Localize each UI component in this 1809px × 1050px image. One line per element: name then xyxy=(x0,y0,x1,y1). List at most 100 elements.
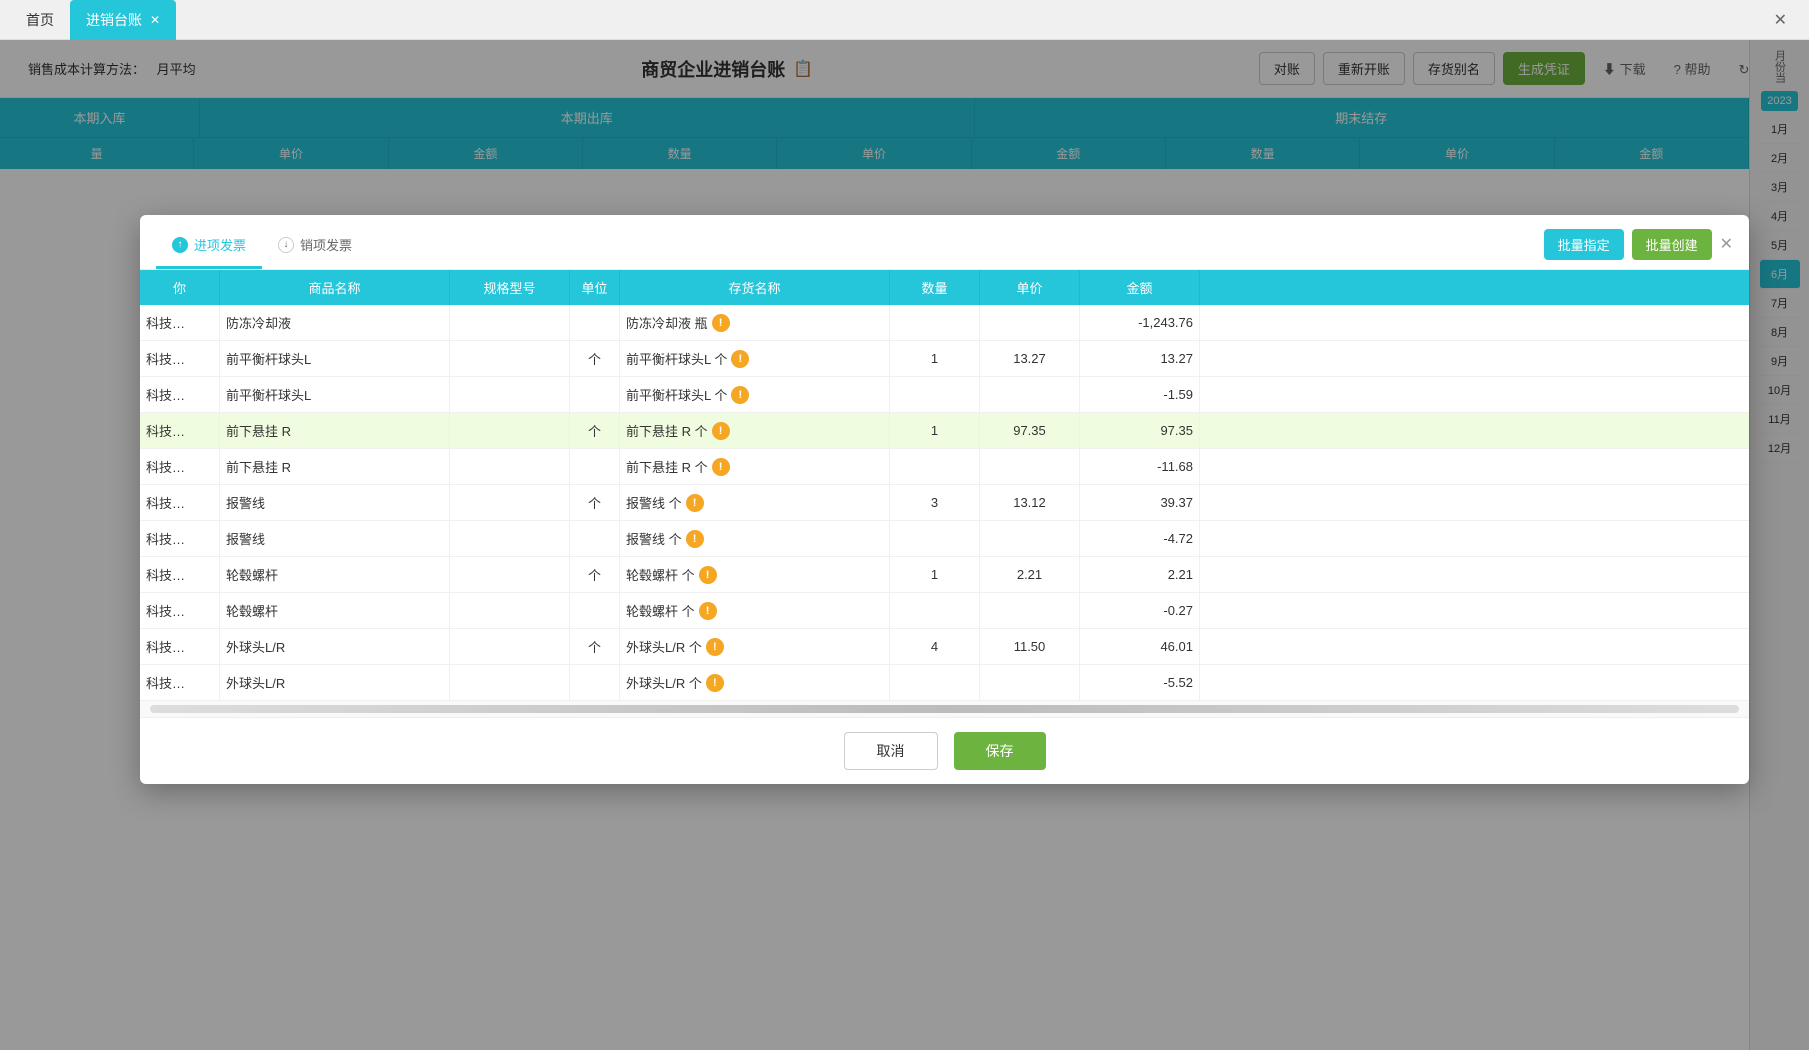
cell-unit-2: 个 xyxy=(570,341,620,376)
cell-stock-1: 防冻冷却液 瓶 ! xyxy=(620,305,890,340)
warning-icon: ! xyxy=(731,386,749,404)
cell-price-5 xyxy=(980,449,1080,484)
tab-close-icon[interactable]: ✕ xyxy=(150,13,160,27)
table-row: 科技… 报警线 个 报警线 个 ! 3 13.12 39.37 xyxy=(140,485,1749,521)
cell-company-3: 科技… xyxy=(140,377,220,412)
cell-unit-6: 个 xyxy=(570,485,620,520)
horizontal-scrollbar[interactable] xyxy=(150,705,1739,713)
invoice-dialog: ↑ 进项发票 ↓ 销项发票 批量指定 批量创建 ✕ 你 商品名称 规格型号 单位… xyxy=(140,215,1749,784)
warning-icon: ! xyxy=(712,458,730,476)
cell-unit-3 xyxy=(570,377,620,412)
cell-product-4: 前下悬挂 R xyxy=(220,413,450,448)
tab-ledger[interactable]: 进销台账 ✕ xyxy=(70,0,176,40)
cell-company-7: 科技… xyxy=(140,521,220,556)
cell-qty-8: 1 xyxy=(890,557,980,592)
cell-product-2: 前平衡杆球头L xyxy=(220,341,450,376)
tab-bar: 首页 进销台账 ✕ ✕ xyxy=(0,0,1809,40)
col-header-6: 数量 xyxy=(890,270,980,305)
cell-unit-7 xyxy=(570,521,620,556)
dialog-actions: 批量指定 批量创建 xyxy=(1544,229,1712,268)
cell-amount-9: -0.27 xyxy=(1080,593,1200,628)
cell-company-8: 科技… xyxy=(140,557,220,592)
table-row: 科技… 报警线 报警线 个 ! -4.72 xyxy=(140,521,1749,557)
main-content: 销售成本计算方法： 月平均 商贸企业进销台账 📋 对账 重新开账 存货别名 生成… xyxy=(0,40,1809,1050)
cell-qty-11 xyxy=(890,665,980,700)
cell-spec-7 xyxy=(450,521,570,556)
cell-price-6: 13.12 xyxy=(980,485,1080,520)
cell-price-9 xyxy=(980,593,1080,628)
cell-qty-7 xyxy=(890,521,980,556)
cell-amount-1: -1,243.76 xyxy=(1080,305,1200,340)
cell-stock-3: 前平衡杆球头L 个 ! xyxy=(620,377,890,412)
in-invoice-icon: ↑ xyxy=(172,237,188,253)
cell-unit-9 xyxy=(570,593,620,628)
table-row: 科技… 前平衡杆球头L 个 前平衡杆球头L 个 ! 1 13.27 13.27 xyxy=(140,341,1749,377)
cell-spec-3 xyxy=(450,377,570,412)
table-row: 科技… 外球头L/R 个 外球头L/R 个 ! 4 11.50 46.01 xyxy=(140,629,1749,665)
col-header-5: 存货名称 xyxy=(620,270,890,305)
table-row: 科技… 前平衡杆球头L 前平衡杆球头L 个 ! -1.59 xyxy=(140,377,1749,413)
cell-amount-8: 2.21 xyxy=(1080,557,1200,592)
table-row: 科技… 轮毂螺杆 个 轮毂螺杆 个 ! 1 2.21 2.21 xyxy=(140,557,1749,593)
batch-create-button[interactable]: 批量创建 xyxy=(1632,229,1712,260)
warning-icon: ! xyxy=(686,530,704,548)
cell-spec-1 xyxy=(450,305,570,340)
cell-price-8: 2.21 xyxy=(980,557,1080,592)
warning-icon: ! xyxy=(712,422,730,440)
dialog-footer: 取消 保存 xyxy=(140,717,1749,784)
cell-stock-10: 外球头L/R 个 ! xyxy=(620,629,890,664)
warning-icon: ! xyxy=(731,350,749,368)
cell-unit-8: 个 xyxy=(570,557,620,592)
cell-amount-7: -4.72 xyxy=(1080,521,1200,556)
cell-qty-9 xyxy=(890,593,980,628)
cell-company-11: 科技… xyxy=(140,665,220,700)
col-header-4: 单位 xyxy=(570,270,620,305)
cell-spec-8 xyxy=(450,557,570,592)
warning-icon: ! xyxy=(699,566,717,584)
cell-stock-6: 报警线 个 ! xyxy=(620,485,890,520)
cell-price-2: 13.27 xyxy=(980,341,1080,376)
cell-qty-10: 4 xyxy=(890,629,980,664)
cell-spec-11 xyxy=(450,665,570,700)
cell-company-6: 科技… xyxy=(140,485,220,520)
cell-price-11 xyxy=(980,665,1080,700)
dialog-table-header: 你 商品名称 规格型号 单位 存货名称 数量 单价 金额 xyxy=(140,270,1749,305)
warning-icon: ! xyxy=(699,602,717,620)
warning-icon: ! xyxy=(706,674,724,692)
cell-qty-2: 1 xyxy=(890,341,980,376)
tab-out-invoice[interactable]: ↓ 销项发票 xyxy=(262,227,368,269)
cell-spec-10 xyxy=(450,629,570,664)
col-header-2: 商品名称 xyxy=(220,270,450,305)
dialog-table: 你 商品名称 规格型号 单位 存货名称 数量 单价 金额 科技… 防冻冷却液 防… xyxy=(140,270,1749,701)
cell-price-7 xyxy=(980,521,1080,556)
cell-product-3: 前平衡杆球头L xyxy=(220,377,450,412)
cell-product-6: 报警线 xyxy=(220,485,450,520)
save-button[interactable]: 保存 xyxy=(954,732,1046,770)
batch-assign-button[interactable]: 批量指定 xyxy=(1544,229,1624,260)
cell-qty-3 xyxy=(890,377,980,412)
col-header-3: 规格型号 xyxy=(450,270,570,305)
cell-spec-6 xyxy=(450,485,570,520)
cell-amount-11: -5.52 xyxy=(1080,665,1200,700)
cell-unit-5 xyxy=(570,449,620,484)
cell-price-4: 97.35 xyxy=(980,413,1080,448)
cell-product-5: 前下悬挂 R xyxy=(220,449,450,484)
tab-home[interactable]: 首页 xyxy=(10,0,70,40)
cell-amount-5: -11.68 xyxy=(1080,449,1200,484)
cell-stock-8: 轮毂螺杆 个 ! xyxy=(620,557,890,592)
cell-company-9: 科技… xyxy=(140,593,220,628)
cell-amount-4: 97.35 xyxy=(1080,413,1200,448)
tab-in-invoice[interactable]: ↑ 进项发票 xyxy=(156,227,262,269)
window-close-button[interactable]: ✕ xyxy=(1762,10,1799,30)
cell-company-1: 科技… xyxy=(140,305,220,340)
warning-icon: ! xyxy=(686,494,704,512)
cancel-button[interactable]: 取消 xyxy=(844,732,938,770)
warning-icon: ! xyxy=(712,314,730,332)
out-invoice-icon: ↓ xyxy=(278,237,294,253)
dialog-close-button[interactable]: ✕ xyxy=(1720,234,1733,262)
cell-company-10: 科技… xyxy=(140,629,220,664)
cell-stock-2: 前平衡杆球头L 个 ! xyxy=(620,341,890,376)
dialog-table-body: 科技… 防冻冷却液 防冻冷却液 瓶 ! -1,243.76 科技… 前平衡杆球头… xyxy=(140,305,1749,701)
cell-price-3 xyxy=(980,377,1080,412)
col-header-1: 你 xyxy=(140,270,220,305)
